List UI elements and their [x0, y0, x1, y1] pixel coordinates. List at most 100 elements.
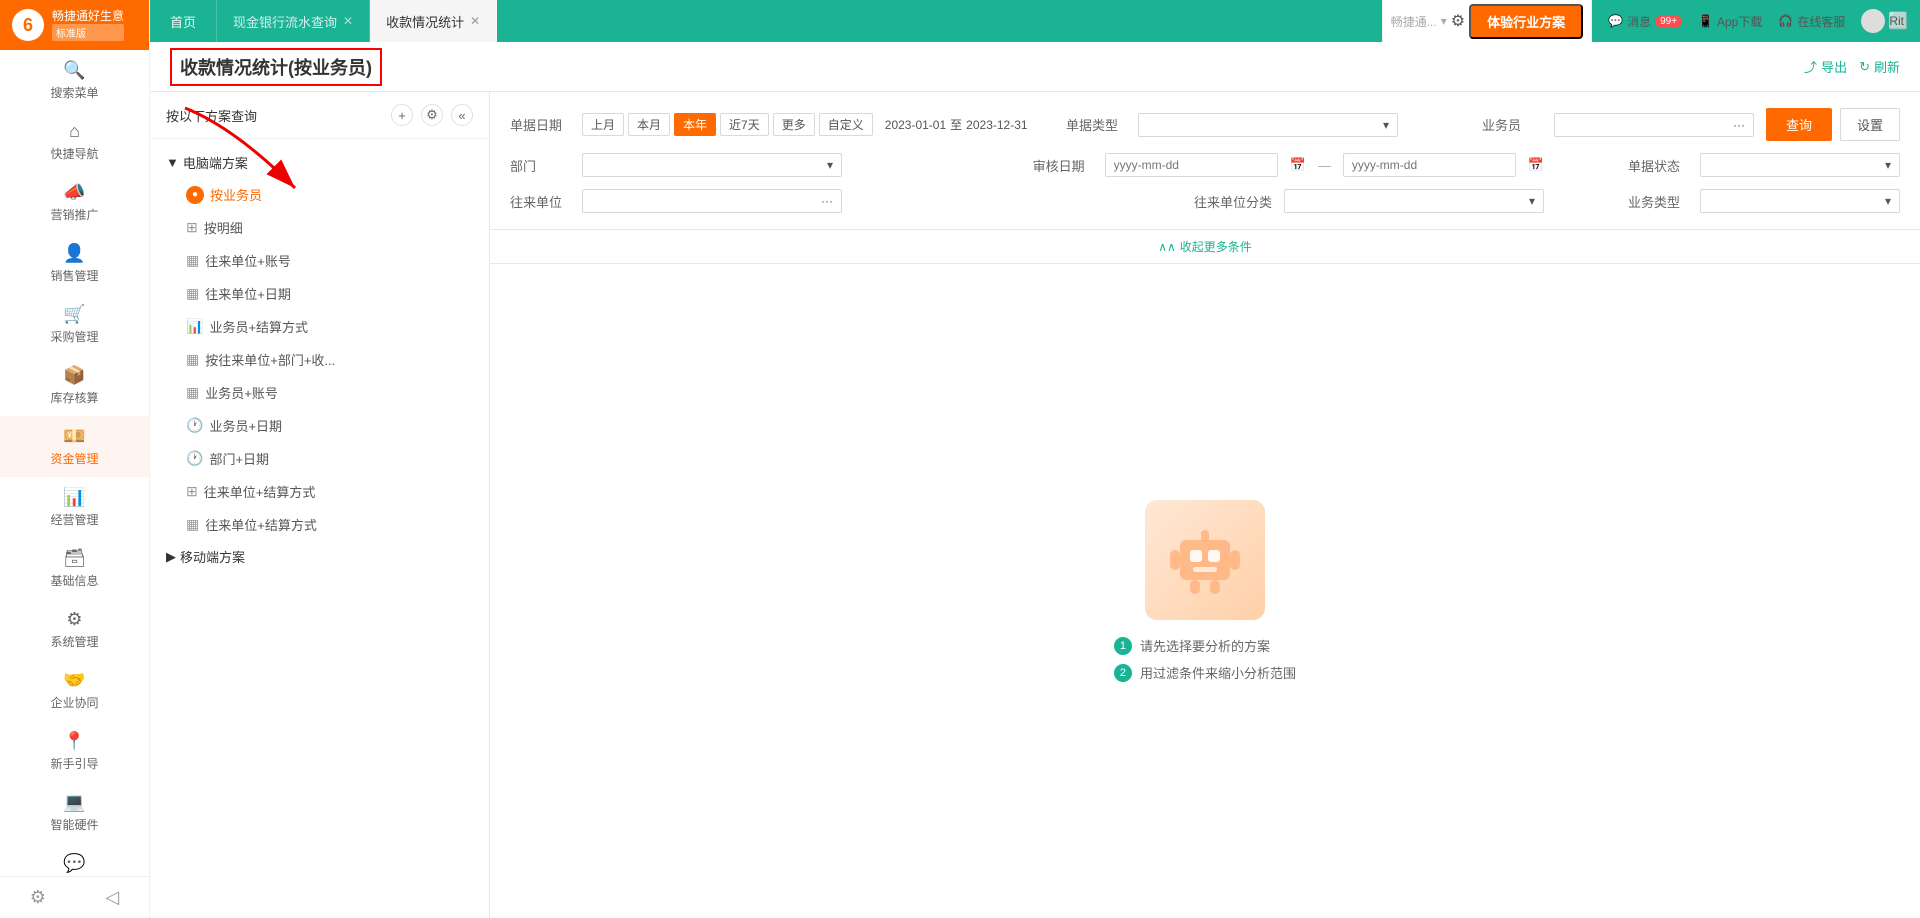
collapse-conditions-button[interactable]: ∧∧ 收起更多条件	[1158, 238, 1252, 255]
sidebar-item-system[interactable]: ⚙ 系统管理	[0, 599, 149, 660]
sidebar-item-guide[interactable]: 📍 新手引导	[0, 721, 149, 782]
date-btn-last-month[interactable]: 上月	[582, 113, 624, 136]
collapse-up-icon: ∧∧	[1158, 240, 1176, 254]
scheme-item-unit-account[interactable]: ▦ 往来单位+账号	[158, 244, 481, 277]
online-service-button[interactable]: 🎧 在线客服	[1778, 13, 1845, 30]
date-btn-more[interactable]: 更多	[773, 113, 815, 136]
scheme-item-unit-settlement2[interactable]: ▦ 往来单位+结算方式	[158, 508, 481, 541]
panel-collapse-button[interactable]: «	[451, 104, 473, 126]
dropdown-arrow-icon[interactable]: ▾	[1441, 14, 1447, 28]
sidebar-item-operation[interactable]: 📊 经营管理	[0, 477, 149, 538]
content-area: 按以下方案查询 + ⚙ « ▼	[150, 92, 1920, 918]
date-dash: —	[1318, 158, 1331, 173]
tab-bank-flow[interactable]: 现金银行流水查询 ✕	[217, 0, 370, 42]
sidebar-item-label: 系统管理	[50, 633, 98, 650]
scheme-item-salesperson-account[interactable]: ▦ 业务员+账号	[158, 376, 481, 409]
scheme-icon: ▦	[186, 516, 199, 533]
date-btn-this-month[interactable]: 本月	[628, 113, 670, 136]
scheme-item-unit-dept[interactable]: ▦ 按往来单位+部门+收...	[158, 343, 481, 376]
review-date-from-input[interactable]	[1105, 153, 1278, 177]
filter-area: 单据日期 上月 本月 本年 近7天 更多 自定义 2023-01-01 至 20…	[490, 92, 1920, 230]
date-from: 2023-01-01	[885, 118, 946, 132]
doc-status-label: 单据状态	[1628, 156, 1688, 175]
query-button[interactable]: 查询	[1766, 108, 1832, 141]
scheme-item-unit-date[interactable]: ▦ 往来单位+日期	[158, 277, 481, 310]
app-download-button[interactable]: 📱 App下载	[1698, 13, 1762, 30]
refresh-button[interactable]: ↻ 刷新	[1859, 57, 1900, 76]
review-date-to-input[interactable]	[1343, 153, 1516, 177]
scheme-item-dept-date[interactable]: 🕐 部门+日期	[158, 442, 481, 475]
finance-icon: 💴	[63, 426, 85, 447]
refresh-icon: ↻	[1859, 59, 1870, 75]
sidebar-item-label: 营销推广	[50, 206, 98, 223]
user-info[interactable]: Rit	[1861, 9, 1904, 33]
salesperson-select[interactable]: ···	[1554, 113, 1754, 137]
system-icon: ⚙	[66, 609, 82, 630]
sidebar-item-wechat[interactable]: 💬 企业微信	[0, 843, 149, 876]
calendar-icon-from[interactable]: 📅	[1290, 157, 1306, 173]
empty-illustration	[1145, 500, 1265, 620]
logo-icon: 6	[12, 9, 44, 41]
sidebar-item-enterprise[interactable]: 🤝 企业协同	[0, 660, 149, 721]
messages-label: 消息	[1627, 13, 1651, 30]
scheme-label: 往来单位+结算方式	[205, 515, 317, 534]
sidebar-item-basic-info[interactable]: 🗃 基础信息	[0, 538, 149, 599]
tab-collection-stats-close-icon[interactable]: ✕	[470, 14, 480, 28]
sidebar-item-sales[interactable]: 👤 销售管理	[0, 233, 149, 294]
inventory-icon: 📦	[63, 365, 85, 386]
scheme-item-salesperson-settlement[interactable]: 📊 业务员+结算方式	[158, 310, 481, 343]
sidebar-item-label: 资金管理	[50, 450, 98, 467]
footer-settings-icon[interactable]: ⚙	[30, 887, 46, 908]
counter-category-dropdown-icon: ▾	[1529, 194, 1535, 208]
sidebar-item-finance[interactable]: 💴 资金管理	[0, 416, 149, 477]
messages-button[interactable]: 💬 消息 99+	[1608, 13, 1682, 30]
sidebar-item-hardware[interactable]: 💻 智能硬件	[0, 782, 149, 843]
doc-type-label: 单据类型	[1066, 115, 1126, 134]
tab-bank-flow-close-icon[interactable]: ✕	[343, 14, 353, 28]
counter-category-select[interactable]: ▾	[1284, 189, 1544, 213]
messages-badge: 99+	[1655, 16, 1682, 27]
sidebar-item-label: 企业协同	[50, 694, 98, 711]
footer-collapse-icon[interactable]: ◁	[105, 887, 119, 908]
doc-type-select[interactable]: ▾	[1138, 113, 1398, 137]
counter-unit-more-icon: ···	[821, 194, 833, 208]
business-type-select[interactable]: ▾	[1700, 189, 1900, 213]
collapse-conditions-bar: ∧∧ 收起更多条件	[490, 230, 1920, 264]
wechat-icon: 💬	[63, 853, 85, 874]
doc-status-dropdown-icon: ▾	[1885, 158, 1891, 172]
add-scheme-button[interactable]: +	[391, 104, 413, 126]
scheme-item-by-detail[interactable]: ⊞ 按明细	[158, 211, 481, 244]
doc-status-select[interactable]: ▾	[1700, 153, 1900, 177]
counter-unit-select[interactable]: ···	[582, 189, 842, 213]
export-button[interactable]: ⤴ 导出	[1804, 57, 1847, 76]
page-title: 收款情况统计(按业务员)	[170, 48, 382, 86]
page-actions: ⤴ 导出 ↻ 刷新	[1804, 57, 1900, 76]
purchase-icon: 🛒	[63, 304, 85, 325]
sidebar-item-purchase[interactable]: 🛒 采购管理	[0, 294, 149, 355]
scheme-item-salesperson-date[interactable]: 🕐 业务员+日期	[158, 409, 481, 442]
filter-setting-button[interactable]: 设置	[1840, 108, 1900, 141]
mobile-group-header[interactable]: ▶ 移动端方案	[158, 541, 481, 572]
date-btn-custom[interactable]: 自定义	[819, 113, 873, 136]
sidebar-item-search-menu[interactable]: 🔍 搜索菜单	[0, 50, 149, 111]
sidebar-item-quick-nav[interactable]: ⌂ 快捷导航	[0, 111, 149, 172]
scheme-label: 往来单位+日期	[205, 284, 291, 303]
settings-gear-icon[interactable]: ⚙	[1451, 11, 1465, 31]
desktop-group-header[interactable]: ▼ 电脑端方案	[158, 147, 481, 178]
sidebar-footer: ⚙ ◁	[0, 876, 149, 918]
sidebar-item-label: 经营管理	[50, 511, 98, 528]
scheme-label: 业务员+结算方式	[209, 317, 308, 336]
date-btn-7days[interactable]: 近7天	[720, 113, 769, 136]
sidebar-item-marketing[interactable]: 📣 营销推广	[0, 172, 149, 233]
trial-button[interactable]: 体验行业方案	[1469, 4, 1583, 39]
tab-collection-stats[interactable]: 收款情况统计 ✕	[370, 0, 497, 42]
sidebar-item-inventory[interactable]: 📦 库存核算	[0, 355, 149, 416]
scheme-item-unit-settlement1[interactable]: ⊞ 往来单位+结算方式	[158, 475, 481, 508]
scheme-item-by-salesperson[interactable]: ● 按业务员	[158, 178, 481, 211]
tab-home[interactable]: 首页	[150, 0, 217, 42]
add-icon: +	[398, 108, 406, 123]
calendar-icon-to[interactable]: 📅	[1528, 157, 1544, 173]
scheme-settings-button[interactable]: ⚙	[421, 104, 443, 126]
dept-select[interactable]: ▾	[582, 153, 842, 177]
date-btn-this-year[interactable]: 本年	[674, 113, 716, 136]
